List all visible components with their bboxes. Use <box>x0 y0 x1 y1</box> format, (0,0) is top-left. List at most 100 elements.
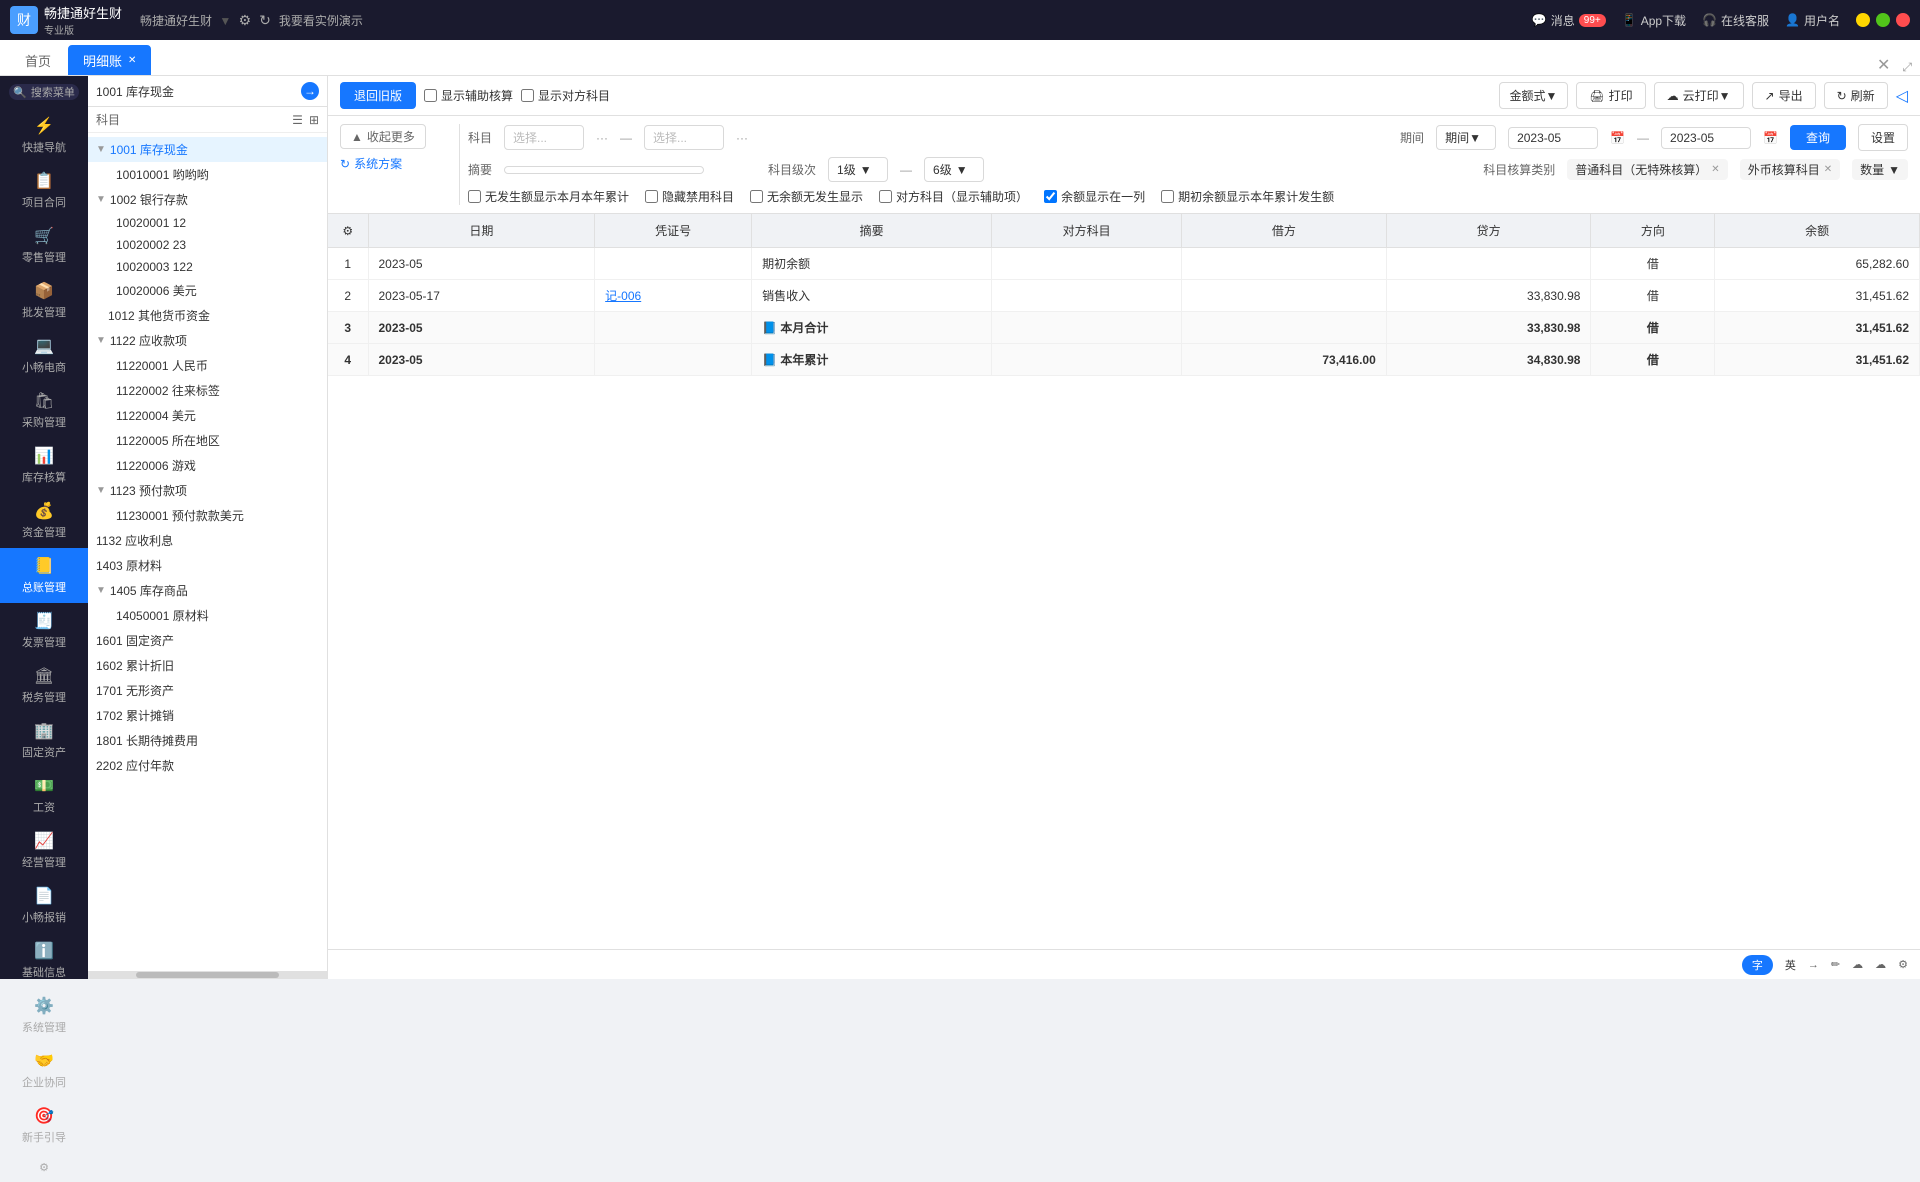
lang-btn[interactable]: 英 <box>1785 957 1796 973</box>
demo-link[interactable]: ↻ 我要看实例演示 <box>259 12 363 29</box>
tree-item-1405[interactable]: ▼ 1405 库存商品 <box>88 578 327 603</box>
export-btn[interactable]: ↗ 导出 <box>1752 82 1816 109</box>
panel-expand-btn[interactable]: ⤢ <box>1902 60 1912 75</box>
tree-item-1001[interactable]: ▼ 1001 库存现金 <box>88 137 327 162</box>
tree-item-1123[interactable]: ▼ 1123 预付款项 <box>88 478 327 503</box>
tree-item-1403[interactable]: 1403 原材料 <box>88 553 327 578</box>
show-contra-input[interactable] <box>521 89 534 102</box>
checkbox-initial-balance-input[interactable] <box>1161 190 1174 203</box>
sidebar-search[interactable]: 🔍 搜索菜单 <box>9 84 79 100</box>
show-helper-checkbox[interactable]: 显示辅助核算 <box>424 87 513 104</box>
sidebar-item-system[interactable]: ⚙️ 系统管理 <box>0 988 88 1043</box>
tab-close-icon[interactable]: ✕ <box>128 55 136 66</box>
query-btn[interactable]: 查询 <box>1790 125 1846 150</box>
status-icon-edit[interactable]: ✏ <box>1831 958 1840 971</box>
tag-close-putong[interactable]: ✕ <box>1711 164 1719 175</box>
tree-item-11220001[interactable]: 11220001 人民币 <box>88 353 327 378</box>
sidebar-item-project[interactable]: 📋 项目合同 <box>0 163 88 218</box>
tree-item-10020003[interactable]: 10020003 122 <box>88 256 327 278</box>
sidebar-item-expense[interactable]: 📄 小畅报销 <box>0 878 88 933</box>
tree-item-14050001[interactable]: 14050001 原材料 <box>88 603 327 628</box>
view-mode-btn[interactable]: 金额式▼ <box>1499 82 1569 109</box>
scheme-btn[interactable]: ↻ 系统方案 <box>340 155 451 172</box>
sidebar-item-basic[interactable]: ℹ️ 基础信息 <box>0 933 88 988</box>
tab-ledger[interactable]: 明细账 ✕ <box>68 45 151 75</box>
checkbox-balance-col-input[interactable] <box>1044 190 1057 203</box>
show-helper-input[interactable] <box>424 89 437 102</box>
tab-home[interactable]: 首页 <box>10 45 66 75</box>
tree-item-10010001[interactable]: 10010001 哟哟哟 <box>88 162 327 187</box>
sidebar-item-collab[interactable]: 🤝 企业协同 <box>0 1043 88 1098</box>
message-btn[interactable]: 💬 消息 99+ <box>1532 12 1606 29</box>
voucher-link-006[interactable]: 记-006 <box>595 280 752 312</box>
period-type-select[interactable]: 期间▼ <box>1436 125 1496 150</box>
translate-btn[interactable]: 字 <box>1742 955 1773 975</box>
period-start-input[interactable]: 2023-05 <box>1508 127 1598 149</box>
tree-item-11220004[interactable]: 11220004 美元 <box>88 403 327 428</box>
side-arrow-icon[interactable]: ◁ <box>1896 86 1908 106</box>
back-old-version-btn[interactable]: 退回旧版 <box>340 82 416 109</box>
status-icon-arrow[interactable]: → <box>1808 959 1819 971</box>
kemu-list-icon[interactable]: ☰ <box>292 113 303 127</box>
sidebar-settings[interactable]: ⚙ <box>35 1153 53 1182</box>
tree-item-1701[interactable]: 1701 无形资产 <box>88 678 327 703</box>
tree-item-1702[interactable]: 1702 累计摊销 <box>88 703 327 728</box>
online-service-btn[interactable]: 🎧 在线客服 <box>1702 12 1769 29</box>
sidebar-item-inventory[interactable]: 📊 库存核算 <box>0 438 88 493</box>
kemu-more-icon2[interactable]: ··· <box>736 131 748 145</box>
period-end-input[interactable]: 2023-05 <box>1661 127 1751 149</box>
checkbox-hide-disabled[interactable]: 隐藏禁用科目 <box>645 188 734 205</box>
checkbox-hide-disabled-input[interactable] <box>645 190 658 203</box>
tree-item-10020002[interactable]: 10020002 23 <box>88 234 327 256</box>
sidebar-item-guide[interactable]: 🎯 新手引导 <box>0 1098 88 1153</box>
checkbox-initial-balance[interactable]: 期初余额显示本年累计发生额 <box>1161 188 1334 205</box>
period-calendar-icon[interactable]: 📅 <box>1610 131 1625 145</box>
user-avatar[interactable]: 👤 用户名 <box>1785 12 1840 29</box>
checkbox-balance-col[interactable]: 余额显示在一列 <box>1044 188 1145 205</box>
print-btn[interactable]: 🖨 打印 <box>1576 82 1645 109</box>
sidebar-item-ledger[interactable]: 📒 总账管理 <box>0 548 88 603</box>
tag-close-waibi[interactable]: ✕ <box>1824 164 1832 175</box>
tree-item-1132[interactable]: 1132 应收利息 <box>88 528 327 553</box>
sidebar-item-invoice[interactable]: 🧾 发票管理 <box>0 603 88 658</box>
sidebar-item-capital[interactable]: 💰 资金管理 <box>0 493 88 548</box>
sidebar-item-tax[interactable]: 🏛 税务管理 <box>0 658 88 713</box>
panel-close-btn[interactable]: ✕ <box>1873 55 1894 75</box>
checkbox-no-amount[interactable]: 无发生额显示本月本年累计 <box>468 188 629 205</box>
sidebar-item-ecommerce[interactable]: 💻 小畅电商 <box>0 328 88 383</box>
maximize-btn[interactable] <box>1876 13 1890 27</box>
tree-item-10020006[interactable]: 10020006 美元 <box>88 278 327 303</box>
tree-item-1602[interactable]: 1602 累计折旧 <box>88 653 327 678</box>
checkbox-contra-input[interactable] <box>879 190 892 203</box>
account-select-btn[interactable]: → <box>301 82 319 100</box>
tree-item-1601[interactable]: 1601 固定资产 <box>88 628 327 653</box>
status-icon-cloud2[interactable]: ☁ <box>1875 958 1886 971</box>
kemu-filter-icon[interactable]: ⊞ <box>309 113 319 127</box>
status-icon-gear[interactable]: ⚙ <box>1898 958 1908 971</box>
status-icon-cloud1[interactable]: ☁ <box>1852 958 1863 971</box>
level-start-select[interactable]: 1级 ▼ <box>828 157 888 182</box>
sidebar-item-salary[interactable]: 💵 工资 <box>0 768 88 823</box>
checkbox-no-balance[interactable]: 无余额无发生显示 <box>750 188 863 205</box>
settings-icon[interactable]: ⚙ <box>239 12 252 28</box>
sidebar-item-operations[interactable]: 📈 经营管理 <box>0 823 88 878</box>
window-close-btn[interactable] <box>1896 13 1910 27</box>
checkbox-no-amount-input[interactable] <box>468 190 481 203</box>
sidebar-item-kuaijie[interactable]: ⚡ 快捷导航 <box>0 108 88 163</box>
show-contra-checkbox[interactable]: 显示对方科目 <box>521 87 610 104</box>
tree-item-11220005[interactable]: 11220005 所在地区 <box>88 428 327 453</box>
tree-item-11220006[interactable]: 11220006 游戏 <box>88 453 327 478</box>
kemu-input-end[interactable]: 选择... <box>644 125 724 150</box>
tree-item-1002[interactable]: ▼ 1002 银行存款 <box>88 187 327 212</box>
level-end-select[interactable]: 6级 ▼ <box>924 157 984 182</box>
tree-item-11220002[interactable]: 11220002 往来标签 <box>88 378 327 403</box>
kemu-more-icon[interactable]: ··· <box>596 131 608 145</box>
tree-item-10020001[interactable]: 10020001 12 <box>88 212 327 234</box>
tree-item-1801[interactable]: 1801 长期待摊费用 <box>88 728 327 753</box>
checkbox-no-balance-input[interactable] <box>750 190 763 203</box>
tree-item-2202[interactable]: 2202 应付年款 <box>88 753 327 778</box>
tree-item-11230001[interactable]: 11230001 预付款款美元 <box>88 503 327 528</box>
setting-btn[interactable]: 设置 <box>1858 124 1908 151</box>
checkbox-contra[interactable]: 对方科目（显示辅助项） <box>879 188 1028 205</box>
expand-more-btn[interactable]: ▲ 收起更多 <box>340 124 426 149</box>
